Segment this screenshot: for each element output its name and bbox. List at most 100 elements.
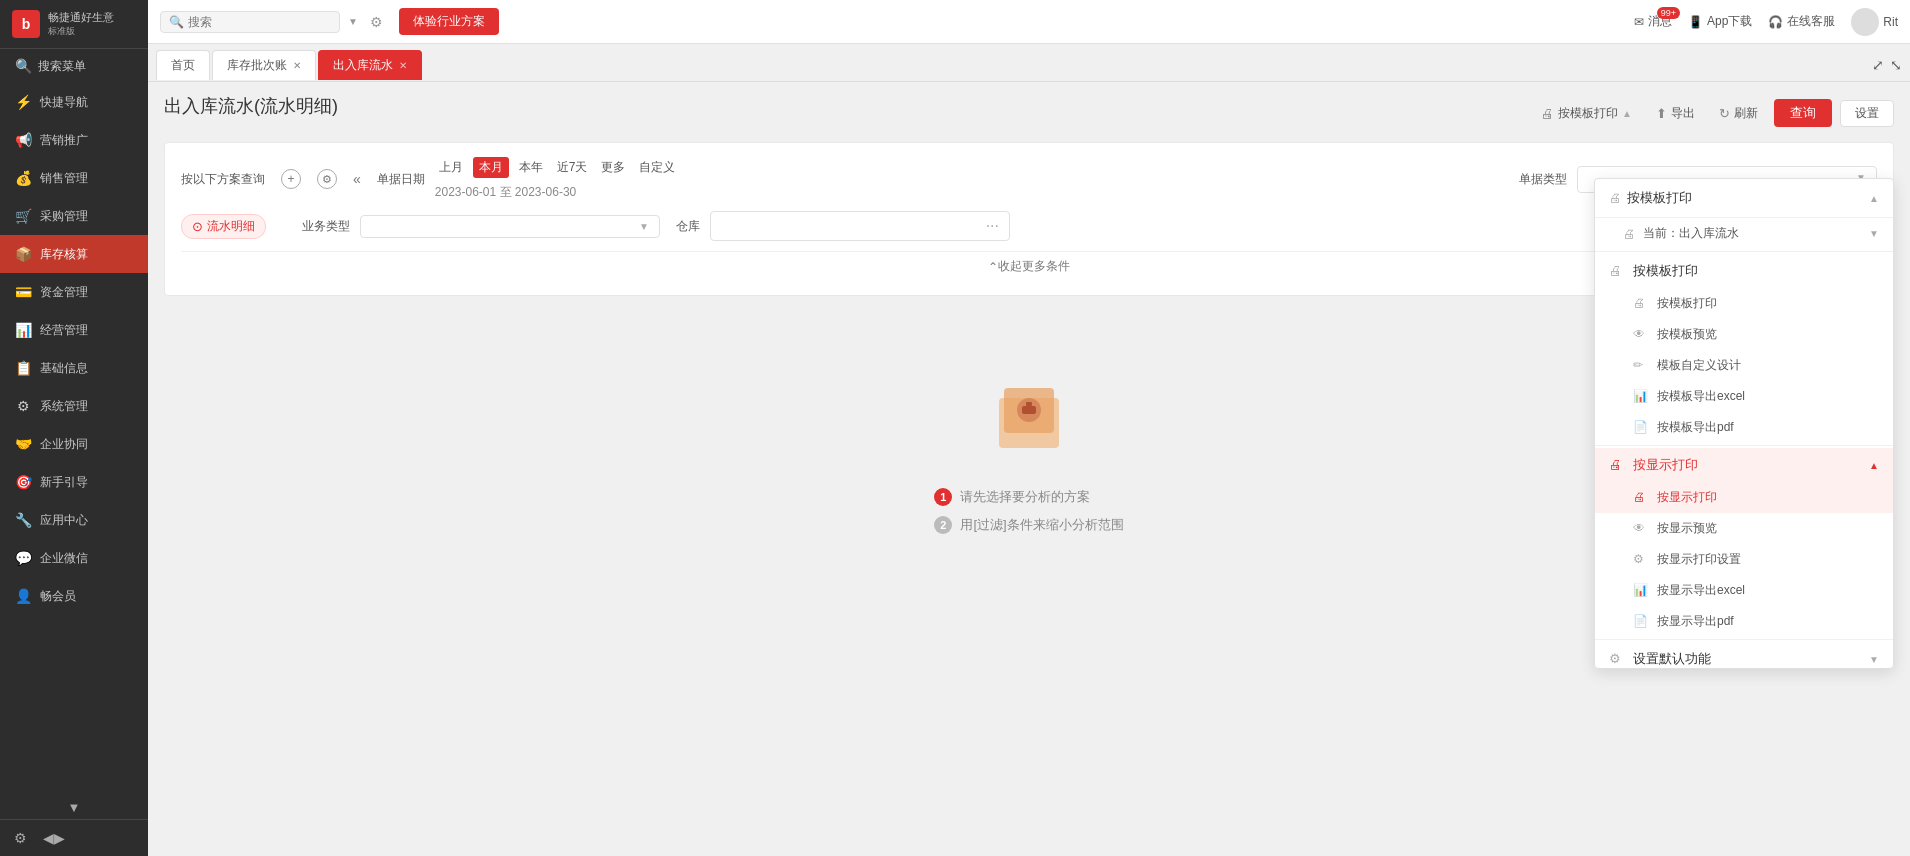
sidebar-item-finance[interactable]: 💳 资金管理 [0, 273, 148, 311]
message-icon: ✉ [1634, 15, 1644, 29]
filter-biztype-area: 业务类型 ▼ [302, 215, 660, 238]
item-display-printer-icon: 🖨 [1633, 490, 1649, 506]
tab-flow-close[interactable]: ✕ [399, 60, 407, 71]
tab-flow[interactable]: 出入库流水 ✕ [318, 50, 422, 80]
sidebar-settings-icon[interactable]: ⚙ [14, 830, 27, 846]
date-prev-month[interactable]: 上月 [435, 157, 467, 178]
export-button[interactable]: ⬆ 导出 [1648, 101, 1703, 126]
template-print-label: 按模板打印 [1558, 105, 1618, 122]
filter-label: 按以下方案查询 [181, 171, 265, 188]
item-display-print[interactable]: 🖨 按显示打印 [1595, 482, 1893, 513]
filter-setting-button[interactable]: ⚙ [317, 169, 337, 189]
user-area[interactable]: Rit [1851, 8, 1898, 36]
sidebar-item-marketing[interactable]: 📢 营销推广 [0, 121, 148, 159]
sidebar-item-apps[interactable]: 🔧 应用中心 [0, 501, 148, 539]
search-icon: 🔍 [14, 57, 32, 75]
sidebar-item-member[interactable]: 👤 畅会员 [0, 577, 148, 615]
section-display-print: 🖨 按显示打印 ▲ 🖨 按显示打印 👁 按显示预览 [1595, 448, 1893, 637]
tab-batch[interactable]: 库存批次账 ✕ [212, 50, 316, 80]
sidebar-item-wechat[interactable]: 💬 企业微信 [0, 539, 148, 577]
tabbar: 首页 库存批次账 ✕ 出入库流水 ✕ ⤢ ⤡ [148, 44, 1910, 82]
filter-tag[interactable]: ⊙ 流水明细 [181, 214, 266, 239]
search-chevron-icon[interactable]: ▼ [348, 16, 358, 27]
biz-type-select[interactable]: ▼ [360, 215, 660, 238]
item-pdf-icon: 📄 [1633, 420, 1649, 436]
item-template-print[interactable]: 🖨 按模板打印 [1595, 288, 1893, 319]
warehouse-select[interactable]: ··· [710, 211, 1010, 241]
tab-home-label: 首页 [171, 57, 195, 74]
item-excel-icon: 📊 [1633, 389, 1649, 405]
sidebar-item-coop[interactable]: 🤝 企业协同 [0, 425, 148, 463]
sidebar-toggle-icon[interactable]: ◀▶ [43, 830, 65, 846]
date-more[interactable]: 更多 [597, 157, 629, 178]
purchase-icon: 🛒 [14, 207, 32, 225]
tab-batch-close[interactable]: ✕ [293, 60, 301, 71]
message-button[interactable]: ✉ 消息 99+ [1634, 13, 1672, 30]
search-input[interactable] [188, 15, 308, 29]
sidebar-scroll-down[interactable]: ▼ [0, 796, 148, 819]
filter-tag-icon: ⊙ [192, 219, 203, 234]
app-download-button[interactable]: 📱 App下载 [1688, 13, 1752, 30]
filter-date-area: 单据日期 上月 本月 本年 近7天 更多 自定义 2023-06-01 至 20… [377, 157, 1503, 201]
avatar [1851, 8, 1879, 36]
section-default-setting: ⚙ 设置默认功能 ▼ [1595, 642, 1893, 668]
sidebar-item-quick-nav[interactable]: ⚡ 快捷导航 [0, 83, 148, 121]
item-template-excel[interactable]: 📊 按模板导出excel [1595, 381, 1893, 412]
item-label: 按显示打印 [1657, 489, 1717, 506]
filter-warehouse-area: 仓库 ··· [676, 211, 1010, 241]
filter-collapse-left[interactable]: « [353, 171, 361, 187]
sidebar-search-item[interactable]: 🔍 搜索菜单 [0, 49, 148, 83]
sidebar-item-system[interactable]: ⚙ 系统管理 [0, 387, 148, 425]
section-display-header[interactable]: 🖨 按显示打印 ▲ [1595, 448, 1893, 482]
item-display-excel[interactable]: 📊 按显示导出excel [1595, 575, 1893, 606]
filter-add-button[interactable]: + [281, 169, 301, 189]
date-custom[interactable]: 自定义 [635, 157, 679, 178]
inventory-icon: 📦 [14, 245, 32, 263]
sidebar-item-purchase[interactable]: 🛒 采购管理 [0, 197, 148, 235]
settings-button[interactable]: 设置 [1840, 100, 1894, 127]
warehouse-more-icon: ··· [986, 217, 999, 235]
item-label: 按显示导出pdf [1657, 613, 1734, 630]
refresh-button[interactable]: ↻ 刷新 [1711, 101, 1766, 126]
section-template-print: 🖨 按模板打印 🖨 按模板打印 👁 按模板预览 ✏ [1595, 254, 1893, 443]
item-display-pdf[interactable]: 📄 按显示导出pdf [1595, 606, 1893, 637]
sidebar-item-operation[interactable]: 📊 经营管理 [0, 311, 148, 349]
sidebar-item-sales[interactable]: 💰 销售管理 [0, 159, 148, 197]
item-label: 按显示预览 [1657, 520, 1717, 537]
tab-expand-icon[interactable]: ⤢ [1872, 57, 1884, 73]
sidebar-item-inventory[interactable]: 📦 库存核算 [0, 235, 148, 273]
refresh-label: 刷新 [1734, 105, 1758, 122]
date-current-month[interactable]: 本月 [473, 157, 509, 178]
trial-button[interactable]: 体验行业方案 [399, 8, 499, 35]
query-button[interactable]: 查询 [1774, 99, 1832, 127]
tab-collapse-icon[interactable]: ⤡ [1890, 57, 1902, 73]
sidebar-nav: 🔍 搜索菜单 ⚡ 快捷导航 📢 营销推广 💰 销售管理 🛒 采购管理 📦 [0, 49, 148, 796]
sidebar-item-label: 经营管理 [40, 322, 88, 339]
topbar-gear-icon[interactable]: ⚙ [370, 14, 383, 30]
dropdown-divider-3 [1595, 639, 1893, 640]
dropdown-header-arrow: ▲ [1869, 193, 1879, 204]
sidebar-item-label: 快捷导航 [40, 94, 88, 111]
sidebar-item-basic[interactable]: 📋 基础信息 [0, 349, 148, 387]
step-2-text: 用[过滤]条件来缩小分析范围 [960, 516, 1123, 534]
tab-home[interactable]: 首页 [156, 50, 210, 80]
marketing-icon: 📢 [14, 131, 32, 149]
template-print-button[interactable]: 🖨 按模板打印 ▲ [1533, 101, 1640, 126]
item-display-preview[interactable]: 👁 按显示预览 [1595, 513, 1893, 544]
item-display-settings-icon: ⚙ [1633, 552, 1649, 568]
section-template-header[interactable]: 🖨 按模板打印 [1595, 254, 1893, 288]
topbar-search-box[interactable]: 🔍 [160, 11, 340, 33]
sidebar-item-label: 系统管理 [40, 398, 88, 415]
date-7days[interactable]: 近7天 [553, 157, 592, 178]
item-template-pdf[interactable]: 📄 按模板导出pdf [1595, 412, 1893, 443]
section-default-header[interactable]: ⚙ 设置默认功能 ▼ [1595, 642, 1893, 668]
sidebar-item-label: 企业微信 [40, 550, 88, 567]
sidebar-logo: b 畅捷通好生意 标准版 [0, 0, 148, 49]
service-button[interactable]: 🎧 在线客服 [1768, 13, 1835, 30]
item-template-preview[interactable]: 👁 按模板预览 [1595, 319, 1893, 350]
item-template-custom[interactable]: ✏ 模板自定义设计 [1595, 350, 1893, 381]
sidebar-item-guide[interactable]: 🎯 新手引导 [0, 463, 148, 501]
item-display-settings[interactable]: ⚙ 按显示打印设置 [1595, 544, 1893, 575]
printer-header-icon: 🖨 [1609, 191, 1621, 205]
date-year[interactable]: 本年 [515, 157, 547, 178]
